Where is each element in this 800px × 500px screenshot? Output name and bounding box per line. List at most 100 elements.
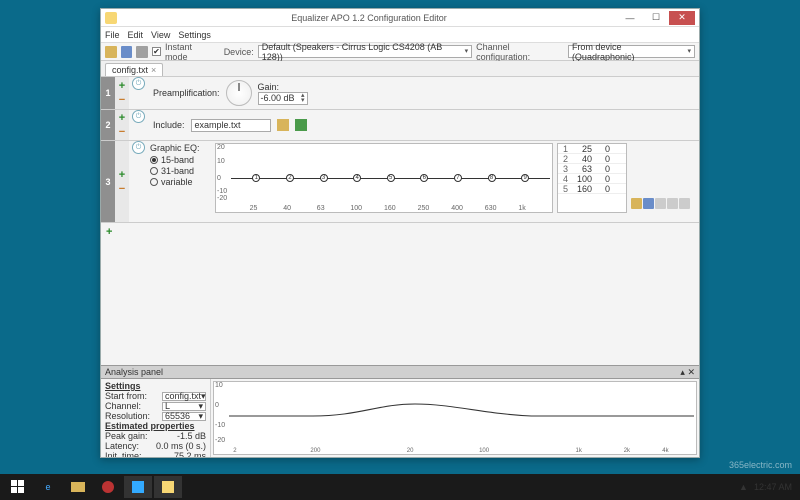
latency-value: 0.0 ms (0 s.) xyxy=(156,441,206,451)
normalize-icon[interactable] xyxy=(679,198,690,209)
device-select[interactable]: Default (Speakers - Cirrus Logic CS4208 … xyxy=(258,45,472,58)
reset-icon[interactable] xyxy=(655,198,666,209)
tabbar: config.txt × xyxy=(101,61,699,77)
collapse-icon[interactable]: ▴ xyxy=(680,367,685,377)
row-number: 3 xyxy=(101,141,115,222)
graphic-eq-label: Graphic EQ: xyxy=(150,143,211,153)
table-row: 2400 xyxy=(558,154,626,164)
filter-row-2: 2 + − ⏻ Include: example.txt xyxy=(101,110,699,141)
row-number: 1 xyxy=(101,77,115,109)
eq-point[interactable]: 8 xyxy=(488,174,496,182)
analysis-settings: Settings Start from:config.txt▾ Channel:… xyxy=(101,379,211,457)
instant-mode-checkbox[interactable]: ✔ xyxy=(152,47,161,56)
analysis-graph[interactable]: 10 0 -10 -20 2 200 20 100 1k 2k 4k xyxy=(213,381,697,455)
analysis-title: Analysis panel xyxy=(105,367,163,377)
arrow-up-icon[interactable] xyxy=(295,119,307,131)
settings-heading: Settings xyxy=(105,381,206,391)
radio-31band[interactable]: 31-band xyxy=(150,166,211,176)
clock[interactable]: 12:47 AM xyxy=(754,482,792,492)
radio-variable[interactable]: variable xyxy=(150,177,211,187)
folder-icon[interactable] xyxy=(277,119,289,131)
eq-point[interactable]: 7 xyxy=(454,174,462,182)
device-label: Device: xyxy=(224,47,254,57)
channel-select[interactable]: L▾ xyxy=(162,402,206,411)
start-button[interactable] xyxy=(4,476,32,498)
filter-row-3: 3 + − ⏻ Graphic EQ: 15-band 31-band vari… xyxy=(101,141,699,223)
eq-point[interactable]: 5 xyxy=(387,174,395,182)
app-window: Equalizer APO 1.2 Configuration Editor —… xyxy=(100,8,700,458)
system-tray[interactable]: ▲ 12:47 AM xyxy=(739,482,796,492)
chevron-down-icon: ▾ xyxy=(465,49,469,54)
remove-icon[interactable]: − xyxy=(119,94,125,106)
minimize-button[interactable]: — xyxy=(617,11,643,25)
eq-point[interactable]: 1 xyxy=(252,174,260,182)
filter-row-1: 1 + − ⏻ Preamplification: Gain: -6.00 dB… xyxy=(101,77,699,110)
power-toggle[interactable]: ⏻ xyxy=(132,141,145,154)
tray-icon[interactable]: ▲ xyxy=(739,482,748,492)
taskbar-explorer-icon[interactable] xyxy=(64,476,92,498)
row-handle: + − xyxy=(115,141,129,222)
include-file-input[interactable]: example.txt xyxy=(191,119,271,132)
taskbar-app-icon[interactable] xyxy=(124,476,152,498)
tab-close-icon[interactable]: × xyxy=(151,65,156,75)
analysis-header[interactable]: Analysis panel ▴ ✕ xyxy=(101,365,699,379)
table-row: 3630 xyxy=(558,164,626,174)
add-icon[interactable]: + xyxy=(106,226,112,238)
channel-config-select[interactable]: From device (Quadraphonic)▾ xyxy=(568,45,695,58)
table-row: 1250 xyxy=(558,144,626,154)
import-icon[interactable] xyxy=(631,198,642,209)
eq-point[interactable]: 2 xyxy=(286,174,294,182)
chevron-down-icon[interactable]: ▾ xyxy=(301,98,305,103)
eq-band-table[interactable]: 1250 2400 3630 41000 51600 xyxy=(557,143,627,213)
gain-value: -6.00 dB xyxy=(261,93,295,103)
eq-graph[interactable]: 20 10 0 -10 -20 1 2 3 4 5 6 7 8 9 25 40 … xyxy=(215,143,553,213)
chevron-down-icon: ▾ xyxy=(687,49,691,54)
menu-edit[interactable]: Edit xyxy=(128,30,144,40)
eq-point[interactable]: 6 xyxy=(420,174,428,182)
instant-mode-label: Instant mode xyxy=(165,42,216,62)
add-icon[interactable]: + xyxy=(119,169,125,181)
close-button[interactable]: ✕ xyxy=(669,11,695,25)
eq-point[interactable]: 4 xyxy=(353,174,361,182)
gain-spinbox[interactable]: -6.00 dB ▴▾ xyxy=(258,92,308,105)
close-panel-icon[interactable]: ✕ xyxy=(687,367,695,377)
window-title: Equalizer APO 1.2 Configuration Editor xyxy=(121,13,617,23)
gain-knob[interactable] xyxy=(226,80,252,106)
resolution-select[interactable]: 65536▾ xyxy=(162,412,206,421)
save-icon[interactable] xyxy=(121,46,133,58)
export-icon[interactable] xyxy=(643,198,654,209)
taskbar-app-icon[interactable] xyxy=(94,476,122,498)
cpu-usage-value: 1.7 % (one core) xyxy=(148,456,206,457)
menu-view[interactable]: View xyxy=(151,30,170,40)
titlebar[interactable]: Equalizer APO 1.2 Configuration Editor —… xyxy=(101,9,699,27)
open-icon[interactable] xyxy=(105,46,117,58)
tab-label: config.txt xyxy=(112,65,148,75)
remove-icon[interactable]: − xyxy=(119,183,125,195)
start-from-select[interactable]: config.txt▾ xyxy=(162,392,206,401)
watermark: 365electric.com xyxy=(729,460,792,470)
undo-icon[interactable] xyxy=(136,46,148,58)
include-label: Include: xyxy=(153,120,185,130)
add-icon[interactable]: + xyxy=(119,112,125,124)
taskbar-equalizer-icon[interactable] xyxy=(154,476,182,498)
radio-15band[interactable]: 15-band xyxy=(150,155,211,165)
tab-config[interactable]: config.txt × xyxy=(105,63,163,76)
eq-point[interactable]: 3 xyxy=(320,174,328,182)
taskbar-ie-icon[interactable]: e xyxy=(34,476,62,498)
power-toggle[interactable]: ⏻ xyxy=(132,110,145,123)
app-icon xyxy=(105,12,117,24)
remove-icon[interactable]: − xyxy=(119,126,125,138)
add-icon[interactable]: + xyxy=(119,80,125,92)
preamp-label: Preamplification: xyxy=(153,88,220,98)
analysis-panel: Settings Start from:config.txt▾ Channel:… xyxy=(101,379,699,457)
menu-file[interactable]: File xyxy=(105,30,120,40)
menu-settings[interactable]: Settings xyxy=(178,30,211,40)
invert-icon[interactable] xyxy=(667,198,678,209)
eq-toolbar xyxy=(629,141,699,211)
power-toggle[interactable]: ⏻ xyxy=(132,77,145,90)
table-row: 41000 xyxy=(558,174,626,184)
add-filter-row: + xyxy=(101,223,699,241)
maximize-button[interactable]: ☐ xyxy=(643,11,669,25)
eq-point[interactable]: 9 xyxy=(521,174,529,182)
taskbar[interactable]: e ▲ 12:47 AM xyxy=(0,474,800,500)
